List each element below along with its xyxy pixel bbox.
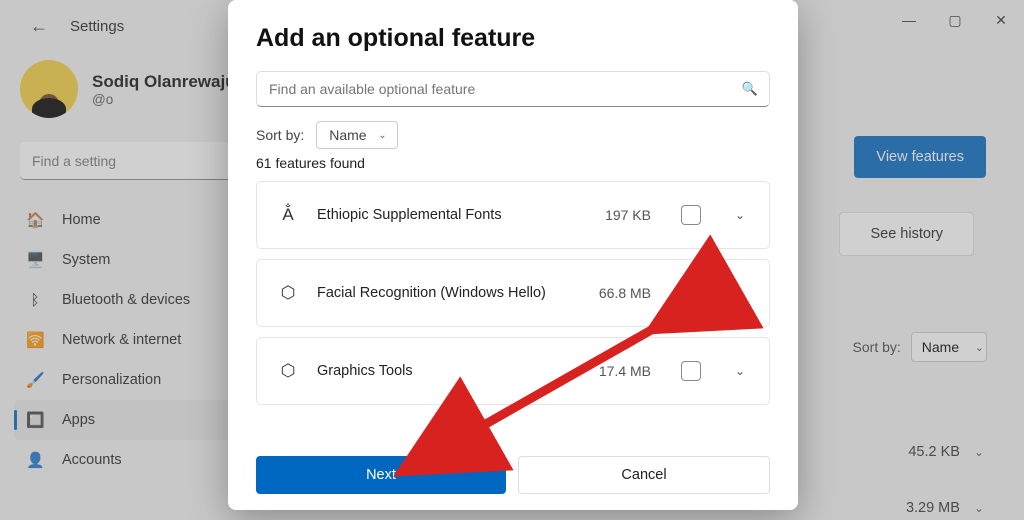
feature-checkbox[interactable] xyxy=(681,361,701,381)
feature-item[interactable]: ⬡ Facial Recognition (Windows Hello) 66.… xyxy=(256,259,770,327)
feature-checkbox[interactable]: ✓ xyxy=(681,283,701,303)
sort-label: Sort by: xyxy=(256,127,304,143)
cancel-button[interactable]: Cancel xyxy=(518,456,770,494)
feature-size: 66.8 MB xyxy=(599,285,651,301)
feature-checkbox[interactable] xyxy=(681,205,701,225)
sort-select[interactable]: Name⌄ xyxy=(316,121,397,149)
chevron-down-icon[interactable]: ⌄ xyxy=(725,208,755,222)
feature-icon: A̐ xyxy=(277,205,299,225)
chevron-down-icon[interactable]: ⌄ xyxy=(725,286,755,300)
feature-item[interactable]: A̐ Ethiopic Supplemental Fonts 197 KB ⌄ xyxy=(256,181,770,249)
feature-item[interactable]: ⬡ Graphics Tools 17.4 MB ⌄ xyxy=(256,337,770,405)
features-count: 61 features found xyxy=(256,155,770,171)
feature-icon: ⬡ xyxy=(277,283,299,303)
dialog-title: Add an optional feature xyxy=(256,24,770,53)
feature-icon: ⬡ xyxy=(277,361,299,381)
add-feature-dialog: Add an optional feature 🔍 Sort by: Name⌄… xyxy=(228,0,798,510)
feature-name: Ethiopic Supplemental Fonts xyxy=(317,207,587,223)
chevron-down-icon[interactable]: ⌄ xyxy=(725,364,755,378)
feature-search-input[interactable] xyxy=(256,71,770,107)
chevron-down-icon: ⌄ xyxy=(378,130,386,141)
feature-size: 17.4 MB xyxy=(599,363,651,379)
feature-name: Facial Recognition (Windows Hello) xyxy=(317,285,581,301)
next-button[interactable]: Next xyxy=(256,456,506,494)
feature-name: Graphics Tools xyxy=(317,363,581,379)
feature-size: 197 KB xyxy=(605,207,651,223)
search-icon: 🔍 xyxy=(742,81,758,97)
